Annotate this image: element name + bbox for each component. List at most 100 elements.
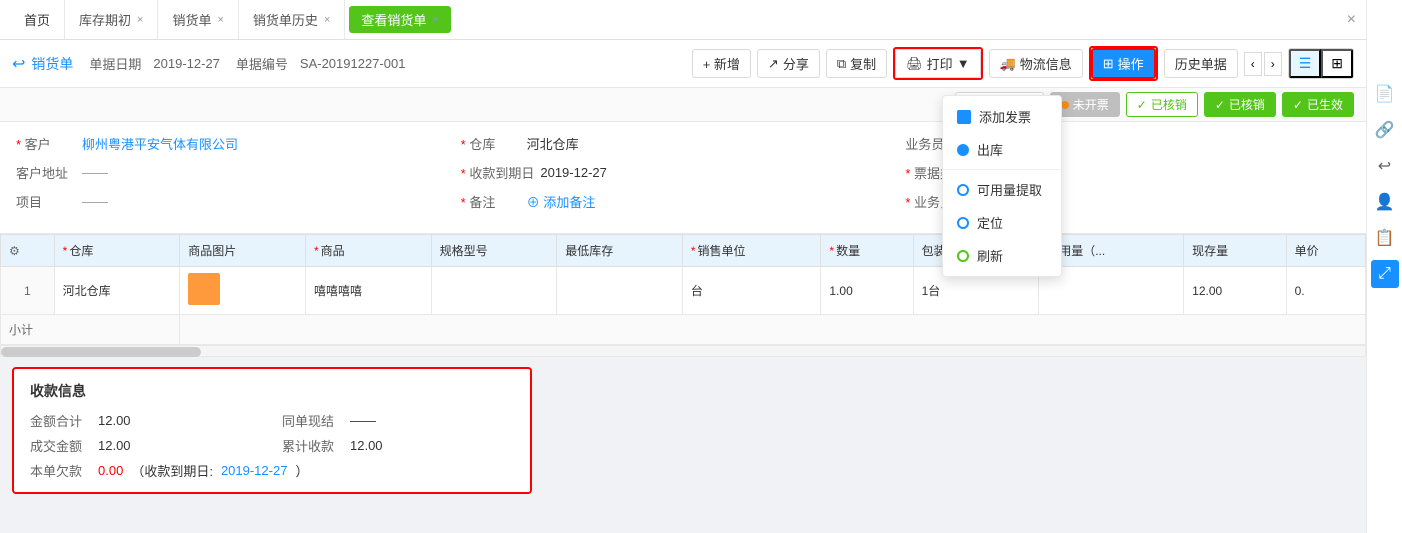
sidebar-return-icon[interactable]: ↩ [1371, 152, 1399, 180]
tab-view-sales[interactable]: 查看销货单 × [349, 6, 450, 33]
dropdown-divider-1 [943, 169, 1061, 170]
toolbar-actions: + 新增 ↗ 分享 ⧉ 复制 🖨 打印 ▼ 🚚 物流信息 [692, 46, 1354, 81]
payment-title: 收款信息 [30, 381, 514, 401]
history-button[interactable]: 历史单据 [1164, 49, 1238, 78]
logistics-button[interactable]: 🚚 物流信息 [989, 49, 1083, 78]
void-button[interactable]: ✓ 已核销 [1204, 92, 1276, 117]
row-quantity: 1.00 [821, 267, 913, 315]
scroll-thumb[interactable] [1, 347, 201, 357]
add-note-icon: ⊕ [527, 195, 540, 210]
product-image [188, 273, 220, 305]
doc-info: ↩ 销货单 单据日期 2019-12-27 单据编号 SA-20191227-0… [12, 54, 684, 74]
cumulative-payment: 累计收款 12.00 [282, 436, 514, 455]
due-date: 2019-12-27 [221, 463, 288, 478]
print-dropdown-arrow: ▼ [957, 56, 970, 71]
address-value: —— [82, 165, 108, 180]
col-spec: 规格型号 [431, 235, 557, 267]
settings-icon[interactable]: ⚙ [9, 244, 20, 258]
subtotal-label: 小计 [1, 315, 180, 345]
form-area: 客户 柳州粤港平安气体有限公司 仓库 河北仓库 业务员 演示账号 客户地址 ——… [0, 122, 1366, 234]
tab-history[interactable]: 销货单历史 × [239, 0, 345, 39]
dropdown-locate[interactable]: 定位 [943, 206, 1061, 239]
col-quantity: *数量 [821, 235, 913, 267]
toolbar: ↩ 销货单 单据日期 2019-12-27 单据编号 SA-20191227-0… [0, 40, 1366, 88]
sidebar-clipboard-icon[interactable]: 📋 [1371, 224, 1399, 252]
dropdown-refresh[interactable]: 刷新 [943, 239, 1061, 272]
tab-close-view[interactable]: × [432, 14, 438, 26]
cumulative-value: 12.00 [350, 438, 383, 453]
row-unit: 台 [682, 267, 821, 315]
sidebar-user-icon[interactable]: 👤 [1371, 188, 1399, 216]
tab-inventory[interactable]: 库存期初 × [65, 0, 158, 39]
sidebar-doc-icon[interactable]: 📄 [1371, 80, 1399, 108]
sidebar-expand-icon[interactable]: ⤢ [1371, 260, 1399, 288]
effect-button[interactable]: ✓ 已生效 [1282, 92, 1354, 117]
subtotal-row: 小计 [1, 315, 1366, 345]
row-num-1: 1 [1, 267, 55, 315]
print-button[interactable]: 🖨 打印 ▼ [895, 49, 980, 78]
table-row: 1 河北仓库 嘻嘻嘻嘻 台 1.00 1台 12.00 0. [1, 267, 1366, 315]
col-stock: 现存量 [1184, 235, 1286, 267]
address-group: 客户地址 —— [16, 163, 461, 182]
print-icon: 🖨 [906, 56, 923, 72]
operate-button-container: ⊞ 操作 [1089, 46, 1158, 81]
tab-close-inventory[interactable]: × [137, 14, 143, 26]
row-spec [431, 267, 557, 315]
refresh-icon [957, 250, 969, 262]
due-date-group: 收款到期日 2019-12-27 [461, 163, 906, 182]
total-amount: 金额合计 12.00 [30, 411, 262, 430]
prev-button[interactable]: ‹ [1244, 52, 1262, 76]
same-order: 同单现结 —— [282, 411, 514, 430]
form-row-1: 客户 柳州粤港平安气体有限公司 仓库 河北仓库 业务员 演示账号 [16, 134, 1350, 153]
dropdown-avail-extract[interactable]: 可用量提取 [943, 173, 1061, 206]
locate-icon [957, 217, 969, 229]
tab-sales[interactable]: 销货单 × [158, 0, 238, 39]
tab-close-history[interactable]: × [324, 14, 330, 26]
print-button-container: 🖨 打印 ▼ [893, 47, 982, 80]
col-min-stock: 最低库存 [557, 235, 683, 267]
grid-view-button[interactable]: ⊞ [1321, 49, 1353, 78]
list-view-button[interactable]: ☰ [1289, 49, 1322, 78]
row-warehouse: 河北仓库 [54, 267, 180, 315]
copy-icon: ⧉ [837, 56, 846, 72]
dropdown-add-invoice[interactable]: 添加发票 [943, 100, 1061, 133]
col-unit: *销售单位 [682, 235, 821, 267]
col-settings[interactable]: ⚙ [1, 235, 55, 267]
row-product: 嘻嘻嘻嘻 [305, 267, 431, 315]
operate-button[interactable]: ⊞ 操作 [1091, 48, 1156, 79]
note-group: 备注 ⊕ 添加备注 [461, 192, 906, 211]
avail-extract-icon [957, 184, 969, 196]
add-note-button[interactable]: ⊕ 添加备注 [527, 192, 596, 211]
row-stock: 12.00 [1184, 267, 1286, 315]
tab-home[interactable]: 首页 [10, 0, 65, 39]
operate-dropdown: 添加发票 出库 可用量提取 定位 刷新 [942, 95, 1062, 277]
nav-arrows: ‹ › [1244, 52, 1282, 76]
customer-value[interactable]: 柳州粤港平安气体有限公司 [82, 134, 238, 153]
add-invoice-icon [957, 110, 971, 124]
project-value: —— [82, 194, 108, 209]
copy-button[interactable]: ⧉ 复制 [826, 49, 887, 78]
row-price: 0. [1286, 267, 1365, 315]
col-price: 单价 [1286, 235, 1365, 267]
payment-grid: 金额合计 12.00 同单现结 —— 成交金额 12.00 累计收款 12.00… [30, 411, 514, 480]
verification-button[interactable]: ✓ 已核销 [1126, 92, 1198, 117]
tab-close-sales[interactable]: × [217, 14, 223, 26]
add-button[interactable]: + 新增 [692, 49, 751, 78]
horizontal-scrollbar[interactable] [0, 345, 1366, 357]
col-warehouse: *仓库 [54, 235, 180, 267]
sidebar-link-icon[interactable]: 🔗 [1371, 116, 1399, 144]
customer-group: 客户 柳州粤港平安气体有限公司 [16, 134, 461, 153]
doc-type-label: ↩ 销货单 [12, 54, 73, 74]
share-icon: ↗ [768, 56, 779, 72]
outbound-icon [957, 144, 969, 156]
due-date-value: 2019-12-27 [540, 165, 607, 180]
view-toggle: ☰ ⊞ [1288, 48, 1354, 79]
close-all-tabs[interactable]: × [1347, 11, 1356, 29]
effect-icon: ✓ [1293, 98, 1303, 112]
dropdown-outbound[interactable]: 出库 [943, 133, 1061, 166]
next-button[interactable]: › [1264, 52, 1282, 76]
tab-bar: 首页 库存期初 × 销货单 × 销货单历史 × 查看销货单 × × [0, 0, 1366, 40]
share-button[interactable]: ↗ 分享 [757, 49, 820, 78]
due-amount: 本单欠款 0.00 （收款到期日: 2019-12-27 ） [30, 461, 514, 480]
form-row-3: 项目 —— 备注 ⊕ 添加备注 业务员孟 —— [16, 192, 1350, 211]
